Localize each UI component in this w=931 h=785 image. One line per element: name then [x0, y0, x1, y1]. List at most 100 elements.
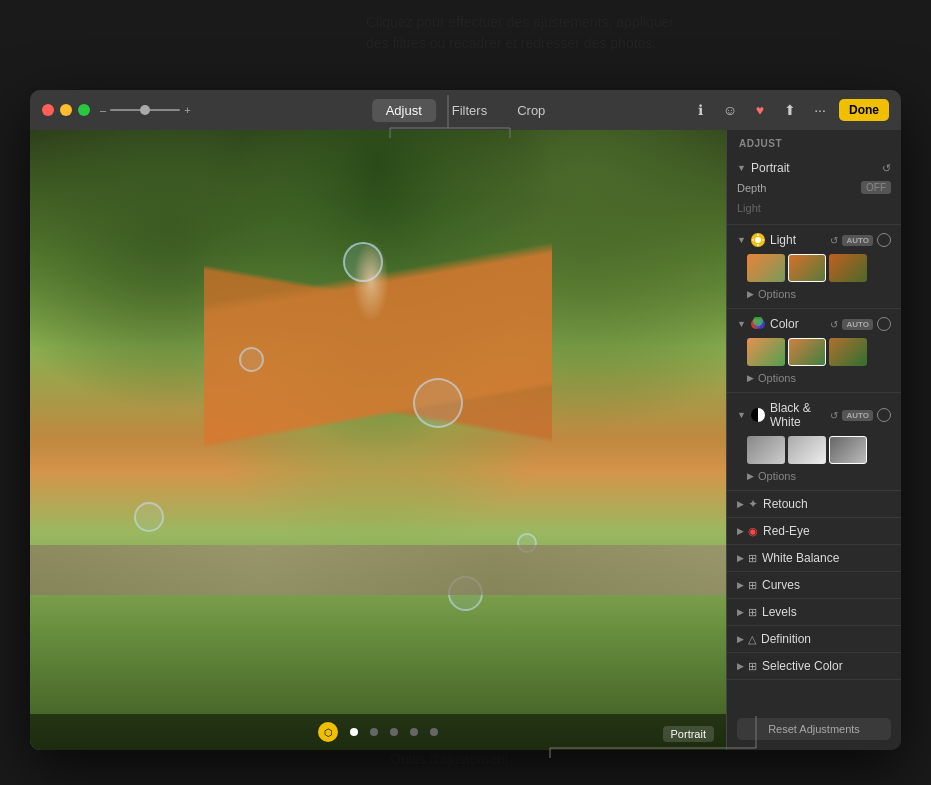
slider-control[interactable]: – +: [100, 104, 191, 116]
bw-thumb-1[interactable]: [747, 436, 785, 464]
bw-thumb-2[interactable]: [788, 436, 826, 464]
redeye-section: ▶ ◉ Red-Eye: [727, 518, 901, 545]
color-reset-icon[interactable]: ↺: [830, 319, 838, 330]
color-arrow: ▼: [737, 319, 747, 329]
tab-adjust[interactable]: Adjust: [372, 99, 436, 122]
bw-toggle[interactable]: [877, 408, 891, 422]
whitebalance-icon: ⊞: [748, 552, 757, 565]
bw-thumb-3[interactable]: [829, 436, 867, 464]
color-auto-badge[interactable]: AUTO: [842, 319, 873, 330]
close-button[interactable]: [42, 104, 54, 116]
color-toggle[interactable]: [877, 317, 891, 331]
definition-row[interactable]: ▶ △ Definition: [727, 626, 901, 652]
light-toggle[interactable]: [877, 233, 891, 247]
selectivecolor-section: ▶ ⊞ Selective Color: [727, 653, 901, 680]
done-button[interactable]: Done: [839, 99, 889, 121]
bubble-3: [413, 378, 463, 428]
dot-nav-3[interactable]: [390, 728, 398, 736]
tab-crop[interactable]: Crop: [503, 99, 559, 122]
light-thumbnails: [727, 251, 901, 286]
color-thumbnails: [727, 335, 901, 370]
whitebalance-arrow: ▶: [737, 553, 744, 563]
info-icon[interactable]: ℹ: [689, 99, 711, 121]
selectivecolor-row[interactable]: ▶ ⊞ Selective Color: [727, 653, 901, 679]
content-area: ⬡ Portrait ADJUST ▼ Portrait: [30, 130, 901, 750]
levels-arrow: ▶: [737, 607, 744, 617]
light-thumb-2[interactable]: [788, 254, 826, 282]
color-thumb-3[interactable]: [829, 338, 867, 366]
bw-reset-icon[interactable]: ↺: [830, 410, 838, 421]
traffic-lights: [42, 104, 90, 116]
light-section: ▼ Light ↺ AUTO: [727, 225, 901, 309]
retouch-icon: ✦: [748, 497, 758, 511]
selectivecolor-label: Selective Color: [762, 659, 843, 673]
photo-icon: ⬡: [318, 722, 338, 742]
titlebar: – + Adjust Filters Crop ℹ ☺ ♥ ⬆ ··· Do: [30, 90, 901, 130]
heart-icon[interactable]: ♥: [749, 99, 771, 121]
light-auto-badge[interactable]: AUTO: [842, 235, 873, 246]
smiley-icon[interactable]: ☺: [719, 99, 741, 121]
maximize-button[interactable]: [78, 104, 90, 116]
tooltip-text: Cliquez pour effectuer des ajustements, …: [350, 0, 690, 66]
light-options-row[interactable]: ▶ Options: [727, 286, 901, 304]
retouch-row[interactable]: ▶ ✦ Retouch: [727, 491, 901, 517]
bw-options-row[interactable]: ▶ Options: [727, 468, 901, 486]
color-actions: ↺ AUTO: [830, 317, 891, 331]
adjust-sidebar: ADJUST ▼ Portrait ↺ Depth OFF Light: [726, 130, 901, 750]
toolbar-tabs: Adjust Filters Crop: [372, 99, 560, 122]
dot-nav-1[interactable]: [350, 728, 358, 736]
share-icon[interactable]: ⬆: [779, 99, 801, 121]
levels-section: ▶ ⊞ Levels: [727, 599, 901, 626]
bw-thumbnails: [727, 433, 901, 468]
color-options-row[interactable]: ▶ Options: [727, 370, 901, 388]
color-options-label: Options: [758, 372, 796, 384]
bubble-1: [343, 242, 383, 282]
photo-navigation: ⬡ Portrait: [30, 714, 726, 750]
portrait-badge: Portrait: [663, 726, 714, 742]
light-arrow: ▼: [737, 235, 747, 245]
definition-arrow: ▶: [737, 634, 744, 644]
color-options-arrow: ▶: [747, 373, 754, 383]
slider-left-arrow: –: [100, 104, 106, 116]
light-options-label: Options: [758, 288, 796, 300]
redeye-label: Red-Eye: [763, 524, 810, 538]
portrait-light-label: Light: [737, 202, 761, 214]
selectivecolor-icon: ⊞: [748, 660, 757, 673]
blackwhite-section-header[interactable]: ▼ Black & White ↺ AUTO: [727, 397, 901, 433]
bottom-tooltip-text: Outils d'ajustement: [390, 751, 509, 767]
light-label: Light: [770, 233, 830, 247]
svg-point-7: [755, 237, 761, 243]
dot-nav-4[interactable]: [410, 728, 418, 736]
redeye-row[interactable]: ▶ ◉ Red-Eye: [727, 518, 901, 544]
levels-icon: ⊞: [748, 606, 757, 619]
curves-row[interactable]: ▶ ⊞ Curves: [727, 572, 901, 598]
levels-row[interactable]: ▶ ⊞ Levels: [727, 599, 901, 625]
minimize-button[interactable]: [60, 104, 72, 116]
light-thumb-1[interactable]: [747, 254, 785, 282]
color-label: Color: [770, 317, 830, 331]
bw-arrow: ▼: [737, 410, 747, 420]
light-section-header[interactable]: ▼ Light ↺ AUTO: [727, 229, 901, 251]
reset-adjustments-button[interactable]: Reset Adjustments: [737, 718, 891, 740]
light-thumb-3[interactable]: [829, 254, 867, 282]
tab-filters[interactable]: Filters: [438, 99, 501, 122]
color-thumb-1[interactable]: [747, 338, 785, 366]
depth-value[interactable]: OFF: [861, 181, 891, 194]
light-icon: [751, 233, 765, 247]
main-window: – + Adjust Filters Crop ℹ ☺ ♥ ⬆ ··· Do: [30, 90, 901, 750]
whitebalance-row[interactable]: ▶ ⊞ White Balance: [727, 545, 901, 571]
bw-auto-badge[interactable]: AUTO: [842, 410, 873, 421]
bw-actions: ↺ AUTO: [830, 408, 891, 422]
portrait-section-header[interactable]: ▼ Portrait ↺: [727, 157, 901, 179]
whitebalance-section: ▶ ⊞ White Balance: [727, 545, 901, 572]
more-icon[interactable]: ···: [809, 99, 831, 121]
photo-area: ⬡ Portrait: [30, 130, 726, 750]
dot-nav-5[interactable]: [430, 728, 438, 736]
dot-nav-2[interactable]: [370, 728, 378, 736]
portrait-reset-icon[interactable]: ↺: [882, 162, 891, 175]
color-section-header[interactable]: ▼ Color ↺ AUTO: [727, 313, 901, 335]
sidebar-header: ADJUST: [727, 130, 901, 153]
color-thumb-2[interactable]: [788, 338, 826, 366]
color-icon: [751, 317, 765, 331]
light-reset-icon[interactable]: ↺: [830, 235, 838, 246]
